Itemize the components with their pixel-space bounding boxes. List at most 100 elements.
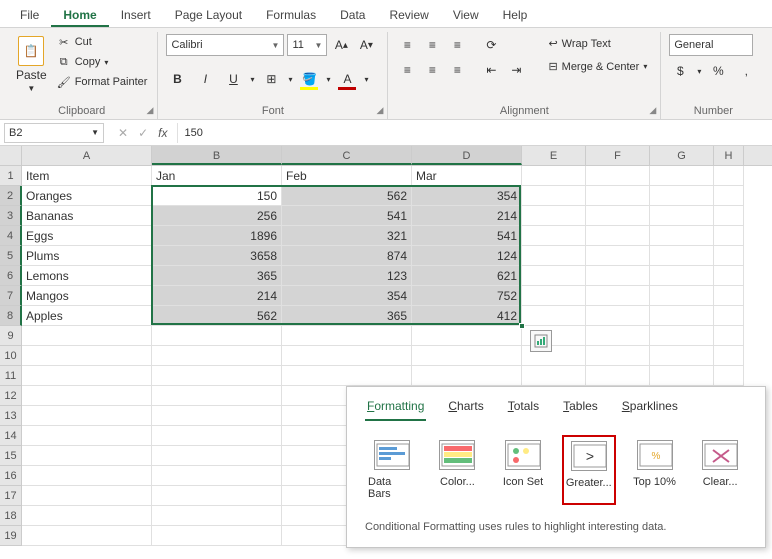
cell-D2[interactable]: 354 xyxy=(412,186,522,206)
cell-H7[interactable] xyxy=(714,286,744,306)
italic-button[interactable]: I xyxy=(194,68,216,90)
cell-B7[interactable]: 214 xyxy=(152,286,282,306)
dialog-launcher-icon[interactable]: ◢ xyxy=(147,105,154,116)
increase-indent-icon[interactable]: ⇥ xyxy=(505,59,527,81)
cell-C4[interactable]: 321 xyxy=(282,226,412,246)
cell-G9[interactable] xyxy=(650,326,714,346)
cell-G11[interactable] xyxy=(650,366,714,386)
cell-G8[interactable] xyxy=(650,306,714,326)
cell-E2[interactable] xyxy=(522,186,586,206)
cell-H10[interactable] xyxy=(714,346,744,366)
cell-E3[interactable] xyxy=(522,206,586,226)
cell-A5[interactable]: Plums xyxy=(22,246,152,266)
cell-B10[interactable] xyxy=(152,346,282,366)
cell-F4[interactable] xyxy=(586,226,650,246)
row-header-2[interactable]: 2 xyxy=(0,186,22,206)
row-header-19[interactable]: 19 xyxy=(0,526,22,546)
cell-G3[interactable] xyxy=(650,206,714,226)
cell-D4[interactable]: 541 xyxy=(412,226,522,246)
cell-B18[interactable] xyxy=(152,506,282,526)
number-format-combo[interactable]: General xyxy=(669,34,753,56)
format-painter-button[interactable]: 🖌Format Painter xyxy=(55,74,150,90)
cell-B2[interactable]: 150 xyxy=(152,186,282,206)
cell-D10[interactable] xyxy=(412,346,522,366)
cell-B1[interactable]: Jan xyxy=(152,166,282,186)
cell-C5[interactable]: 874 xyxy=(282,246,412,266)
cell-H8[interactable] xyxy=(714,306,744,326)
row-header-4[interactable]: 4 xyxy=(0,226,22,246)
cell-E8[interactable] xyxy=(522,306,586,326)
cell-A13[interactable] xyxy=(22,406,152,426)
tab-help[interactable]: Help xyxy=(491,4,540,27)
row-header-13[interactable]: 13 xyxy=(0,406,22,426)
cell-H2[interactable] xyxy=(714,186,744,206)
col-header-G[interactable]: G xyxy=(650,146,714,165)
cell-H3[interactable] xyxy=(714,206,744,226)
fx-icon[interactable]: fx xyxy=(158,126,167,140)
row-header-18[interactable]: 18 xyxy=(0,506,22,526)
cell-B13[interactable] xyxy=(152,406,282,426)
cell-A7[interactable]: Mangos xyxy=(22,286,152,306)
cut-button[interactable]: ✂Cut xyxy=(55,34,150,50)
cell-D9[interactable] xyxy=(412,326,522,346)
cell-B3[interactable]: 256 xyxy=(152,206,282,226)
qa-item-top-10-[interactable]: %Top 10% xyxy=(628,435,682,505)
cell-F7[interactable] xyxy=(586,286,650,306)
qa-tab-sparklines[interactable]: Sparklines xyxy=(620,399,680,421)
cell-D3[interactable]: 214 xyxy=(412,206,522,226)
cell-D5[interactable]: 124 xyxy=(412,246,522,266)
row-header-5[interactable]: 5 xyxy=(0,246,22,266)
decrease-font-icon[interactable]: A▾ xyxy=(355,34,377,56)
row-header-16[interactable]: 16 xyxy=(0,466,22,486)
cell-F2[interactable] xyxy=(586,186,650,206)
cell-D7[interactable]: 752 xyxy=(412,286,522,306)
cell-F1[interactable] xyxy=(586,166,650,186)
cell-H5[interactable] xyxy=(714,246,744,266)
cell-G2[interactable] xyxy=(650,186,714,206)
cell-A6[interactable]: Lemons xyxy=(22,266,152,286)
cell-E7[interactable] xyxy=(522,286,586,306)
cell-E6[interactable] xyxy=(522,266,586,286)
cell-H4[interactable] xyxy=(714,226,744,246)
wrap-text-button[interactable]: ↩Wrap Text xyxy=(543,34,652,53)
cell-C3[interactable]: 541 xyxy=(282,206,412,226)
cell-G5[interactable] xyxy=(650,246,714,266)
formula-input[interactable]: 150 xyxy=(177,123,772,143)
cell-F6[interactable] xyxy=(586,266,650,286)
cell-G7[interactable] xyxy=(650,286,714,306)
cell-B12[interactable] xyxy=(152,386,282,406)
row-header-10[interactable]: 10 xyxy=(0,346,22,366)
tab-review[interactable]: Review xyxy=(377,4,440,27)
qa-item-color-[interactable]: Color... xyxy=(431,435,485,505)
cell-C10[interactable] xyxy=(282,346,412,366)
cell-B17[interactable] xyxy=(152,486,282,506)
paste-button[interactable]: 📋 Paste ▼ xyxy=(14,34,49,95)
cell-C11[interactable] xyxy=(282,366,412,386)
cell-F10[interactable] xyxy=(586,346,650,366)
font-color-button[interactable]: A xyxy=(336,68,358,90)
cell-H11[interactable] xyxy=(714,366,744,386)
cell-G10[interactable] xyxy=(650,346,714,366)
font-name-combo[interactable]: Calibri▼ xyxy=(166,34,284,56)
col-header-C[interactable]: C xyxy=(282,146,412,165)
cell-B9[interactable] xyxy=(152,326,282,346)
align-left-icon[interactable]: ≡ xyxy=(396,59,418,81)
cell-A16[interactable] xyxy=(22,466,152,486)
cell-E5[interactable] xyxy=(522,246,586,266)
cell-B19[interactable] xyxy=(152,526,282,546)
cell-F8[interactable] xyxy=(586,306,650,326)
decrease-indent-icon[interactable]: ⇤ xyxy=(480,59,502,81)
dialog-launcher-icon[interactable]: ◢ xyxy=(649,105,656,116)
col-header-H[interactable]: H xyxy=(714,146,744,165)
tab-file[interactable]: File xyxy=(8,4,51,27)
row-header-9[interactable]: 9 xyxy=(0,326,22,346)
cell-A4[interactable]: Eggs xyxy=(22,226,152,246)
cell-A11[interactable] xyxy=(22,366,152,386)
font-size-combo[interactable]: 11▼ xyxy=(287,34,327,56)
row-header-14[interactable]: 14 xyxy=(0,426,22,446)
align-right-icon[interactable]: ≡ xyxy=(446,59,468,81)
cell-F11[interactable] xyxy=(586,366,650,386)
cell-B8[interactable]: 562 xyxy=(152,306,282,326)
fill-handle[interactable] xyxy=(519,323,525,329)
fill-color-button[interactable]: 🪣 xyxy=(298,68,320,90)
